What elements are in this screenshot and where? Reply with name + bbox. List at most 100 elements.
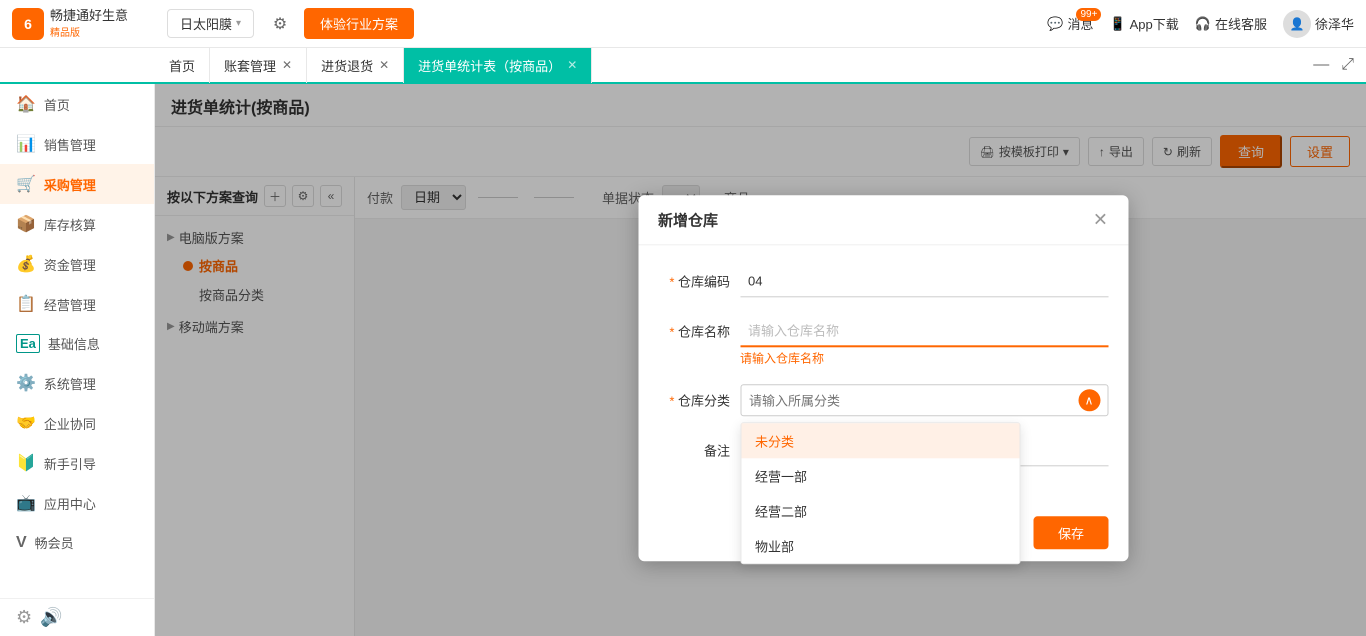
- sidebar-home-label: 首页: [44, 95, 70, 114]
- tab-return-close-icon[interactable]: ✕: [379, 58, 389, 72]
- tab-return[interactable]: 进货退货 ✕: [307, 47, 404, 83]
- tab-minimize-icon[interactable]: —: [1309, 54, 1333, 76]
- tab-account[interactable]: 账套管理 ✕: [210, 47, 307, 83]
- sidebar-item-inventory[interactable]: 📦 库存核算: [0, 204, 154, 244]
- tab-return-label: 进货退货: [321, 56, 373, 75]
- category-label: 仓库分类: [658, 384, 730, 409]
- finance-icon: 💰: [16, 254, 36, 274]
- app-download-btn[interactable]: 📱 App下载: [1109, 14, 1178, 33]
- tab-home-label: 首页: [169, 56, 195, 75]
- sidebar-finance-label: 资金管理: [44, 255, 96, 274]
- sidebar-apps-label: 应用中心: [44, 494, 96, 513]
- tab-stats[interactable]: 进货单统计表（按商品） ✕: [404, 47, 592, 83]
- category-dropdown: 未分类 经营一部 经营二部 物业部: [740, 422, 1020, 564]
- sidebar-member-label: 畅会员: [35, 533, 74, 552]
- sidebar-bottom: ⚙ 🔊: [0, 598, 154, 636]
- sidebar-item-home[interactable]: 🏠 首页: [0, 84, 154, 124]
- content-area: 进货单统计(按商品) 🖨 按模板打印 ▾ ↑ 导出 ↻ 刷新 查询 设置: [155, 84, 1366, 636]
- dropdown-item-dept2[interactable]: 经营二部: [741, 493, 1019, 528]
- brand-sub: 精品版: [50, 24, 128, 39]
- app-download-label: App下载: [1130, 14, 1179, 33]
- new-warehouse-dialog: 新增仓库 ✕ 仓库编码 仓库名称 请输入仓库名称: [638, 195, 1128, 561]
- headset-icon: 🎧: [1195, 16, 1211, 32]
- sidebar-guide-label: 新手引导: [44, 454, 96, 473]
- store-name-label: 日太阳膜: [180, 14, 232, 33]
- code-field-row: 仓库编码: [658, 265, 1108, 297]
- notification-btn[interactable]: 💬 消息 99+: [1047, 14, 1093, 33]
- apps-icon: 📺: [16, 493, 36, 513]
- enterprise-icon: 🤝: [16, 413, 36, 433]
- dropdown-item-dept3[interactable]: 物业部: [741, 528, 1019, 563]
- brand-name: 畅捷通好生意: [50, 8, 128, 25]
- code-label: 仓库编码: [658, 265, 730, 290]
- dialog-header: 新增仓库 ✕: [638, 195, 1128, 245]
- code-input[interactable]: [740, 265, 1108, 297]
- trial-button[interactable]: 体验行业方案: [304, 8, 414, 39]
- tab-expand-icon[interactable]: ⤢: [1337, 54, 1358, 76]
- header-actions: 💬 消息 99+ 📱 App下载 🎧 在线客服 👤 徐泽华: [1047, 10, 1354, 38]
- sidebar-item-enterprise[interactable]: 🤝 企业协同: [0, 403, 154, 443]
- name-label: 仓库名称: [658, 315, 730, 340]
- sidebar-item-guide[interactable]: 🔰 新手引导: [0, 443, 154, 483]
- tab-home[interactable]: 首页: [155, 47, 210, 83]
- purchase-icon: 🛒: [16, 174, 36, 194]
- sidebar-sound-icon[interactable]: 🔊: [40, 607, 62, 628]
- sidebar-operations-label: 经营管理: [44, 295, 96, 314]
- online-service-btn[interactable]: 🎧 在线客服: [1195, 14, 1267, 33]
- sidebar-basic-info-label: 基础信息: [48, 334, 100, 353]
- tab-bar: 首页 账套管理 ✕ 进货退货 ✕ 进货单统计表（按商品） ✕ — ⤢: [0, 48, 1366, 84]
- sidebar-item-apps[interactable]: 📺 应用中心: [0, 483, 154, 523]
- save-button[interactable]: 保存: [1034, 516, 1108, 549]
- store-selector[interactable]: 日太阳膜 ▾: [167, 9, 254, 38]
- inventory-icon: 📦: [16, 214, 36, 234]
- sidebar-item-system[interactable]: ⚙️ 系统管理: [0, 363, 154, 403]
- main-layout: 🏠 首页 📊 销售管理 🛒 采购管理 📦 库存核算 💰 资金管理 📋 经营管理 …: [0, 84, 1366, 636]
- tab-account-label: 账套管理: [224, 56, 276, 75]
- notification-badge: 99+: [1076, 8, 1101, 21]
- sidebar-purchase-label: 采购管理: [44, 175, 96, 194]
- settings-icon[interactable]: ⚙: [264, 8, 296, 40]
- logo-area: 6 畅捷通好生意 精品版: [12, 8, 167, 40]
- dialog-close-icon[interactable]: ✕: [1093, 209, 1108, 230]
- sidebar-item-basic-info[interactable]: Ea 基础信息: [0, 324, 154, 363]
- system-icon: ⚙️: [16, 373, 36, 393]
- sidebar-item-purchase[interactable]: 🛒 采购管理: [0, 164, 154, 204]
- dropdown-item-dept1[interactable]: 经营一部: [741, 458, 1019, 493]
- user-avatar: 👤: [1283, 10, 1311, 38]
- name-input[interactable]: [740, 315, 1108, 347]
- sidebar-item-sales[interactable]: 📊 销售管理: [0, 124, 154, 164]
- sidebar-enterprise-label: 企业协同: [44, 414, 96, 433]
- code-field: [740, 265, 1108, 297]
- category-toggle-icon[interactable]: ∧: [1078, 389, 1100, 411]
- sidebar-settings-icon[interactable]: ⚙: [16, 607, 32, 628]
- sidebar: 🏠 首页 📊 销售管理 🛒 采购管理 📦 库存核算 💰 资金管理 📋 经营管理 …: [0, 84, 155, 636]
- name-field-row: 仓库名称 请输入仓库名称: [658, 315, 1108, 366]
- guide-icon: 🔰: [16, 453, 36, 473]
- user-menu-btn[interactable]: 👤 徐泽华: [1283, 10, 1354, 38]
- tab-account-close-icon[interactable]: ✕: [282, 58, 292, 72]
- app-logo-icon: 6: [12, 8, 44, 40]
- message-icon: 💬: [1047, 16, 1063, 32]
- name-error-msg: 请输入仓库名称: [740, 349, 1108, 366]
- sidebar-item-operations[interactable]: 📋 经营管理: [0, 284, 154, 324]
- category-field-row: 仓库分类 ∧ 未分类 经营一部 经营二部 物业部: [658, 384, 1108, 416]
- name-field: 请输入仓库名称: [740, 315, 1108, 366]
- sidebar-inventory-label: 库存核算: [44, 215, 96, 234]
- member-icon: V: [16, 534, 27, 552]
- dialog-title: 新增仓库: [658, 209, 718, 230]
- sidebar-item-finance[interactable]: 💰 资金管理: [0, 244, 154, 284]
- category-field: ∧ 未分类 经营一部 经营二部 物业部: [740, 384, 1108, 416]
- username-label: 徐泽华: [1315, 14, 1354, 33]
- top-header: 6 畅捷通好生意 精品版 日太阳膜 ▾ ⚙ 体验行业方案 💬 消息 99+ 📱 …: [0, 0, 1366, 48]
- sidebar-item-member[interactable]: V 畅会员: [0, 523, 154, 562]
- dropdown-item-uncategorized[interactable]: 未分类: [741, 423, 1019, 458]
- tab-stats-close-icon[interactable]: ✕: [567, 58, 577, 72]
- sales-icon: 📊: [16, 134, 36, 154]
- basic-info-icon: Ea: [16, 334, 40, 353]
- category-input[interactable]: [740, 384, 1108, 416]
- online-service-label: 在线客服: [1215, 14, 1267, 33]
- store-arrow-icon: ▾: [236, 18, 241, 29]
- sidebar-system-label: 系统管理: [44, 374, 96, 393]
- dialog-body: 仓库编码 仓库名称 请输入仓库名称 仓库分类: [638, 245, 1128, 504]
- tab-stats-label: 进货单统计表（按商品）: [418, 56, 561, 75]
